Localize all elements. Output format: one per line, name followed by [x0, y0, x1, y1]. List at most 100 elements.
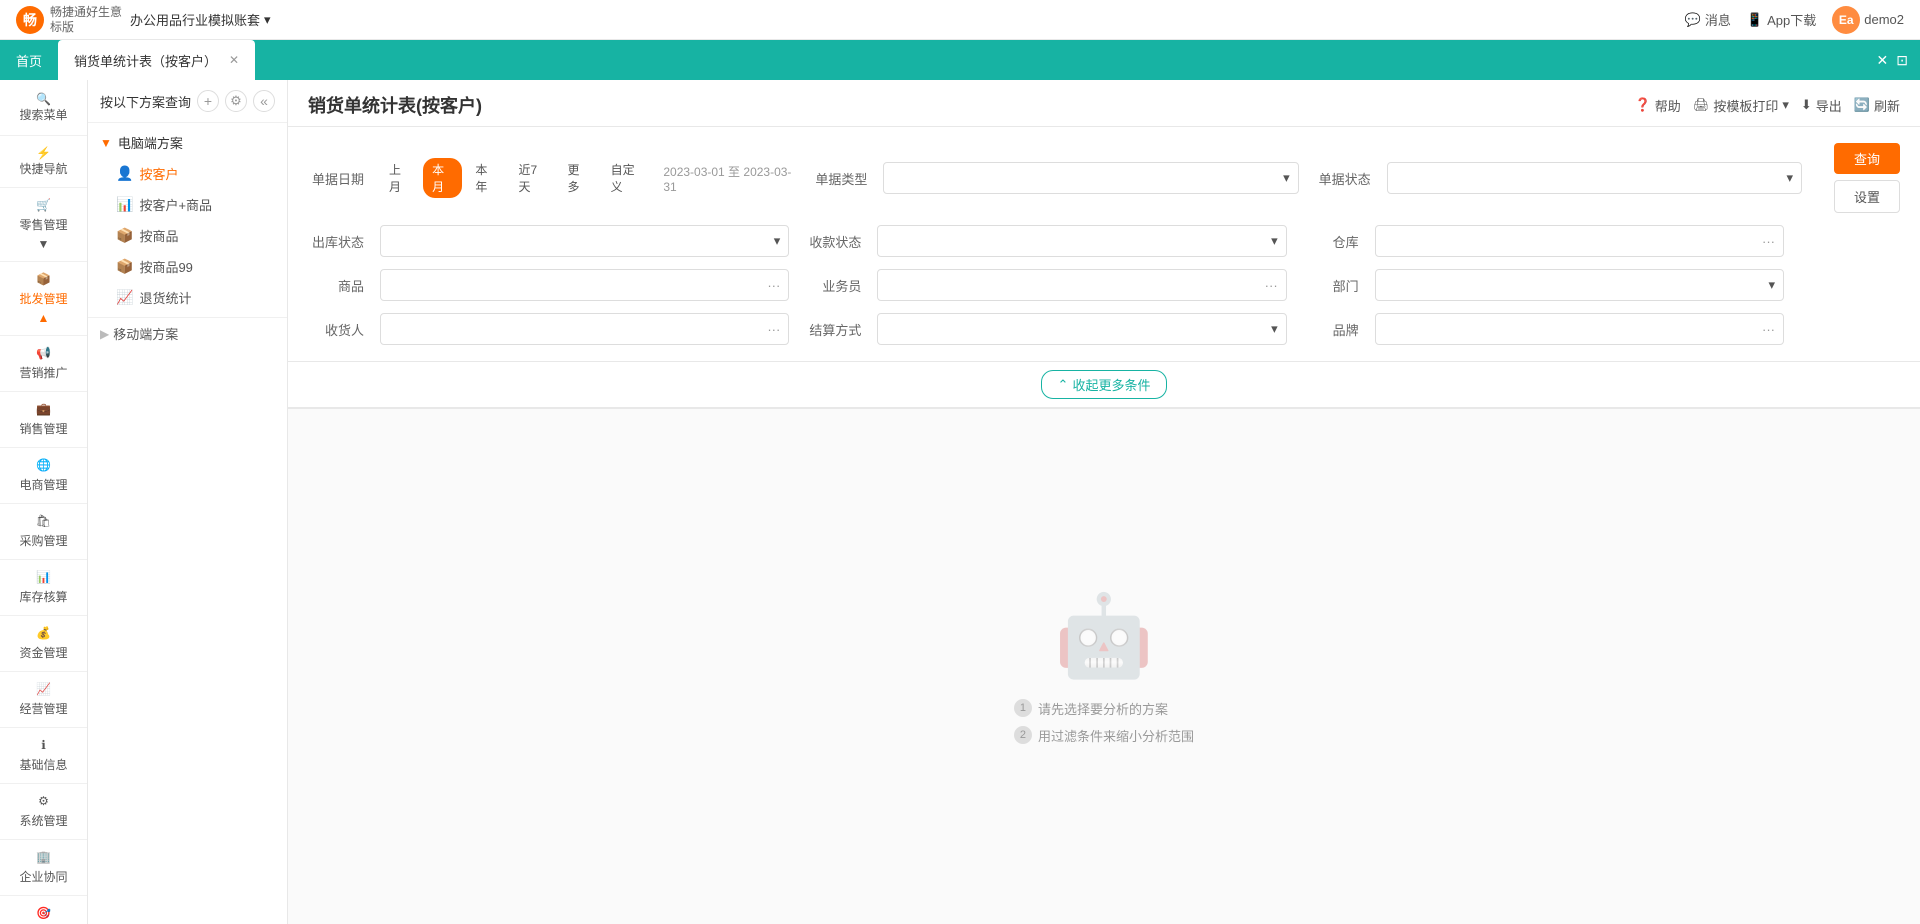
enterprise-icon: 🏢	[36, 850, 51, 864]
empty-tip-2: 2 用过滤条件来缩小分析范围	[1014, 726, 1194, 745]
date-btn-last-7days[interactable]: 近7天	[509, 158, 554, 198]
page-title: 销货单统计表(按客户)	[308, 92, 482, 118]
product-select[interactable]: ···	[380, 269, 789, 301]
sidebar-item-operation[interactable]: 📈 经营管理	[0, 672, 87, 728]
sidebar-item-newuser[interactable]: 🎯 新手引导	[0, 896, 87, 924]
refresh-btn[interactable]: 🔄 刷新	[1854, 96, 1900, 115]
date-btn-last-month[interactable]: 上月	[380, 158, 419, 198]
avatar: Ea	[1832, 6, 1860, 34]
department-select[interactable]: ▾	[1375, 269, 1784, 301]
download-icon: 📱	[1747, 12, 1763, 28]
add-scheme-btn[interactable]: +	[197, 90, 219, 112]
expand-icon: ▼	[38, 237, 50, 251]
product-dots[interactable]: ···	[767, 278, 780, 293]
logo-icon: 畅	[16, 6, 44, 34]
date-btn-more[interactable]: 更多	[559, 158, 598, 198]
brand-select[interactable]: ···	[1375, 313, 1784, 345]
sidebar-search[interactable]: 🔍 搜索菜单	[0, 80, 87, 136]
operation-icon: 📈	[36, 682, 51, 696]
chevron-down-icon5: ▾	[1768, 277, 1775, 293]
empty-tip-1: 1 请先选择要分析的方案	[1014, 699, 1194, 718]
top-header: 畅 畅捷通好生意 标版 办公用品行业模拟账套 ▾ 💬 消息 📱 App下载 Ea…	[0, 0, 1920, 40]
query-btn[interactable]: 查询	[1834, 143, 1900, 174]
filter-row-4: 收货人 ··· 结算方式 ▾ 品牌	[308, 313, 1900, 345]
maximize-icon[interactable]: ⊡	[1896, 52, 1908, 69]
chevron-down-icon3: ▾	[774, 233, 781, 249]
tab-home[interactable]: 首页	[0, 40, 58, 80]
date-btn-this-year[interactable]: 本年	[466, 158, 505, 198]
sidebar-item-sales[interactable]: 💼 销售管理	[0, 392, 87, 448]
chevron-right-icon: ▶	[100, 327, 109, 341]
header-right: 💬 消息 📱 App下载 Ea demo2	[1685, 6, 1904, 34]
scheme-item-return-stat[interactable]: 📈 退货统计	[88, 282, 287, 313]
print-icon: 🖨	[1693, 97, 1710, 113]
receiver-select[interactable]: ···	[380, 313, 789, 345]
sidebar-item-enterprise[interactable]: 🏢 企业协同	[0, 840, 87, 896]
scheme-item-by-customer[interactable]: 👤 按客户	[88, 158, 287, 189]
refresh-icon: 🔄	[1854, 97, 1870, 113]
app-download-btn[interactable]: 📱 App下载	[1747, 10, 1816, 29]
sidebar-item-marketing[interactable]: 📢 营销推广	[0, 336, 87, 392]
sidebar-item-purchase[interactable]: 🛍 采购管理	[0, 504, 87, 560]
print-btn[interactable]: 🖨 按模板打印 ▾	[1693, 96, 1789, 115]
inventory-icon: 📊	[36, 570, 51, 584]
system-icon: ⚙	[38, 794, 49, 808]
basic-icon: ℹ	[41, 738, 46, 752]
sales-icon: 💼	[36, 402, 51, 416]
user-icon: 👤	[116, 165, 133, 182]
bill-type-select[interactable]: ▾	[883, 162, 1298, 194]
salesperson-select[interactable]: ···	[877, 269, 1286, 301]
sidebar-item-wholesale[interactable]: 📦 批发管理 ▲	[0, 262, 87, 336]
date-label: 单据日期	[308, 169, 364, 188]
date-btn-custom[interactable]: 自定义	[602, 158, 652, 198]
retail-icon: 🛒	[36, 198, 51, 212]
sidebar-item-inventory[interactable]: 📊 库存核算	[0, 560, 87, 616]
chevron-down-icon2: ▾	[1786, 170, 1793, 186]
newuser-icon: 🎯	[36, 906, 51, 920]
sidebar-item-retail[interactable]: 🛒 零售管理 ▼	[0, 188, 87, 262]
sidebar-item-finance[interactable]: 💰 资金管理	[0, 616, 87, 672]
purchase-icon: 🛍	[36, 514, 51, 528]
scheme-group-label: 电脑端方案	[118, 133, 183, 152]
scheme-group-desktop-header[interactable]: ▼ 电脑端方案	[88, 127, 287, 158]
message-btn[interactable]: 💬 消息	[1685, 10, 1731, 29]
logo-text: 畅捷通好生意 标版	[50, 5, 122, 34]
sidebar-item-basic[interactable]: ℹ 基础信息	[0, 728, 87, 784]
scheme-item-by-product-99[interactable]: 📦 按商品99	[88, 251, 287, 282]
brand-dots[interactable]: ···	[1762, 322, 1775, 337]
scheme-group-mobile[interactable]: ▶ 移动端方案	[88, 317, 287, 349]
sidebar-quick-nav[interactable]: ⚡ 快捷导航	[0, 136, 87, 188]
department-label: 部门	[1303, 276, 1359, 295]
salesperson-dots[interactable]: ···	[1265, 278, 1278, 293]
warehouse-dots[interactable]: ···	[1762, 234, 1775, 249]
sidebar-item-system[interactable]: ⚙ 系统管理	[0, 784, 87, 840]
scheme-item-by-product[interactable]: 📦 按商品	[88, 220, 287, 251]
receipt-status-select[interactable]: ▾	[877, 225, 1286, 257]
settings-btn[interactable]: 设置	[1834, 180, 1900, 213]
close-window-icon[interactable]: ✕	[1877, 52, 1889, 69]
left-panel-actions: + ⚙ «	[197, 90, 275, 112]
warehouse-label: 仓库	[1303, 232, 1359, 251]
ecommerce-icon: 🌐	[36, 458, 51, 472]
bill-type-label: 单据类型	[811, 169, 867, 188]
user-area[interactable]: Ea demo2	[1832, 6, 1904, 34]
date-range: 2023-03-01 至 2023-03-31	[663, 163, 795, 194]
scheme-group-desktop: ▼ 电脑端方案 👤 按客户 📊 按客户+商品 📦 按商品 📦 按商品99 📈	[88, 123, 287, 317]
settlement-select[interactable]: ▾	[877, 313, 1286, 345]
scheme-item-by-customer-product[interactable]: 📊 按客户+商品	[88, 189, 287, 220]
edit-scheme-btn[interactable]: ⚙	[225, 90, 247, 112]
scheme-selector[interactable]: 办公用品行业模拟账套 ▾	[130, 10, 271, 29]
bill-status-select[interactable]: ▾	[1387, 162, 1802, 194]
tab-sales-stat[interactable]: 销货单统计表（按客户） ✕	[58, 40, 255, 80]
export-btn[interactable]: ⬇ 导出	[1801, 96, 1842, 115]
finance-icon: 💰	[36, 626, 51, 640]
help-btn[interactable]: ❓ 帮助	[1635, 96, 1681, 115]
date-btn-this-month[interactable]: 本月	[423, 158, 462, 198]
collapse-panel-btn[interactable]: «	[253, 90, 275, 112]
tab-close-icon[interactable]: ✕	[229, 53, 239, 67]
out-status-select[interactable]: ▾	[380, 225, 789, 257]
collapse-more-btn[interactable]: ⌃ 收起更多条件	[1041, 370, 1168, 399]
warehouse-select[interactable]: ···	[1375, 225, 1784, 257]
receiver-dots[interactable]: ···	[767, 322, 780, 337]
sidebar-item-ecommerce[interactable]: 🌐 电商管理	[0, 448, 87, 504]
